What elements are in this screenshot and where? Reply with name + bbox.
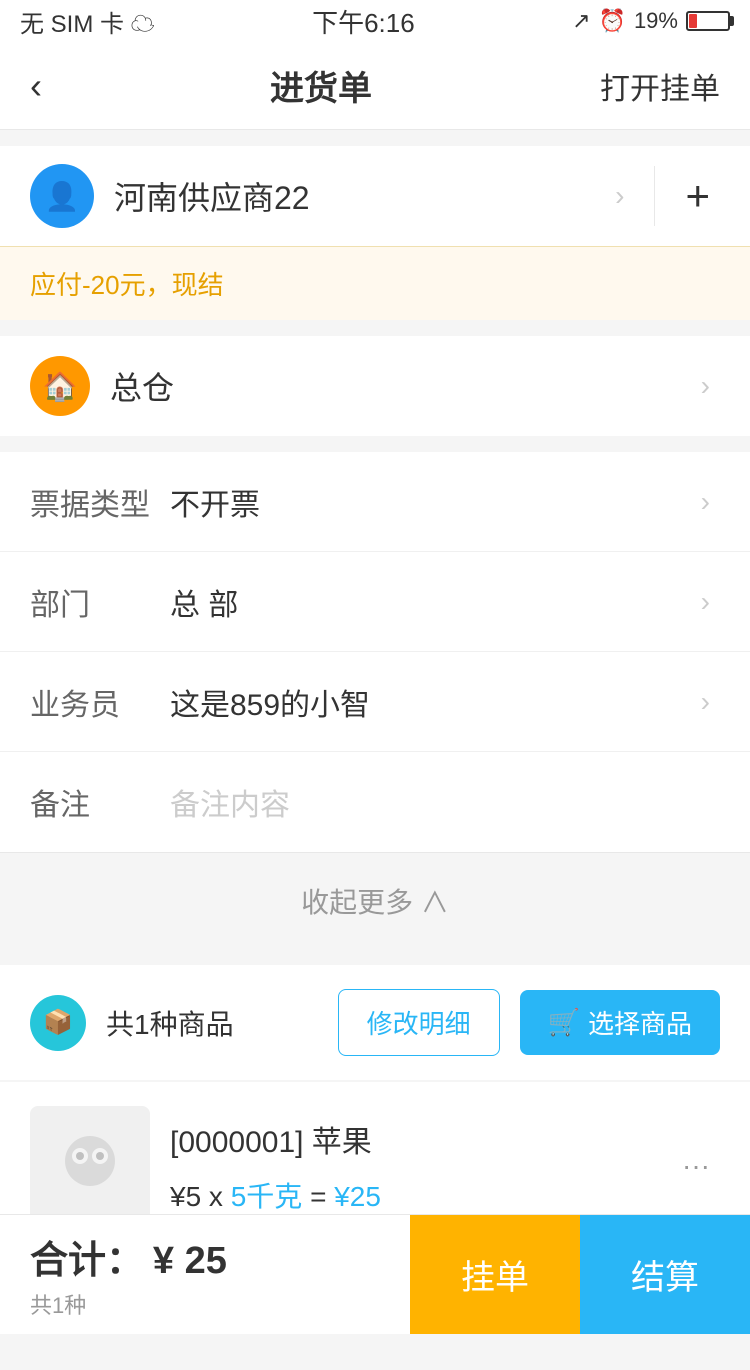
price-multiply: x xyxy=(201,1181,231,1212)
remark-row[interactable]: 备注 备注内容 xyxy=(0,752,750,852)
invoice-type-label: 票据类型 xyxy=(30,480,160,524)
products-icon-symbol: 📦 xyxy=(43,1008,73,1037)
add-button[interactable]: + xyxy=(675,172,720,220)
price-unit: ¥5 xyxy=(170,1181,201,1212)
separator-1 xyxy=(0,130,750,146)
total-label: 合计： xyxy=(30,1240,144,1282)
battery-fill xyxy=(689,14,697,28)
vertical-divider xyxy=(654,166,655,226)
open-pending-button[interactable]: 打开挂单 xyxy=(600,64,720,108)
price-equals: = xyxy=(302,1181,334,1212)
back-button[interactable]: ‹ xyxy=(30,65,42,107)
bottom-total: 合计： ¥ 25 共1种 xyxy=(0,1215,410,1334)
warehouse-row[interactable]: 🏠 总仓 › xyxy=(0,336,750,436)
salesperson-row[interactable]: 业务员 这是859的小智 › xyxy=(0,652,750,752)
form-section: 票据类型 不开票 › 部门 总 部 › 业务员 这是859的小智 › 备注 备注… xyxy=(0,452,750,852)
page-title: 进货单 xyxy=(270,61,372,110)
products-count: 共1种商品 xyxy=(106,1003,318,1043)
department-value: 总 部 xyxy=(160,580,701,624)
sim-label: 无 SIM 卡 ☁ xyxy=(20,4,155,39)
supplier-name: 河南供应商22 xyxy=(114,173,615,219)
supplier-avatar-icon: 👤 xyxy=(45,180,80,213)
salesperson-chevron-icon: › xyxy=(701,686,710,718)
select-product-label: 选择商品 xyxy=(588,1004,692,1041)
status-left: 无 SIM 卡 ☁ xyxy=(20,4,155,39)
supplier-row[interactable]: 👤 河南供应商22 › + xyxy=(0,146,750,246)
status-time: 下午6:16 xyxy=(312,3,415,40)
product-thumb-icon xyxy=(50,1126,130,1206)
invoice-chevron-icon: › xyxy=(701,486,710,518)
product-more-button[interactable]: ··· xyxy=(672,1140,720,1192)
suspend-button[interactable]: 挂单 xyxy=(410,1215,580,1334)
price-total: ¥25 xyxy=(334,1181,381,1212)
warehouse-chevron-icon: › xyxy=(701,370,710,402)
warehouse-icon-symbol: 🏠 xyxy=(43,370,78,403)
department-chevron-icon: › xyxy=(701,586,710,618)
product-info: [0000001] 苹果 ¥5 x 5千克 = ¥25 xyxy=(170,1117,652,1215)
product-name: [0000001] 苹果 xyxy=(170,1117,652,1161)
invoice-type-row[interactable]: 票据类型 不开票 › xyxy=(0,452,750,552)
checkout-button[interactable]: 结算 xyxy=(580,1215,750,1334)
supplier-chevron-icon: › xyxy=(615,180,624,212)
collapse-button[interactable]: 收起更多 ∧ xyxy=(0,852,750,949)
products-icon: 📦 xyxy=(30,995,86,1051)
warehouse-icon: 🏠 xyxy=(30,356,90,416)
product-price: ¥5 x 5千克 = ¥25 xyxy=(170,1175,652,1215)
battery-label: 19% xyxy=(634,8,678,34)
department-row[interactable]: 部门 总 部 › xyxy=(0,552,750,652)
warehouse-name: 总仓 xyxy=(110,363,701,409)
total-value: ¥ 25 xyxy=(153,1240,227,1282)
supplier-card: 👤 河南供应商22 › + 应付-20元，现结 xyxy=(0,146,750,320)
products-header: 📦 共1种商品 修改明细 🛒 选择商品 xyxy=(0,965,750,1080)
total-line: 合计： ¥ 25 xyxy=(30,1229,380,1284)
department-label: 部门 xyxy=(30,580,160,624)
remark-placeholder: 备注内容 xyxy=(160,780,720,824)
status-bar: 无 SIM 卡 ☁ 下午6:16 ↗ ⏰ 19% xyxy=(0,0,750,42)
price-qty: 5千克 xyxy=(231,1181,303,1212)
salesperson-value: 这是859的小智 xyxy=(160,680,701,724)
select-product-icon: 🛒 xyxy=(548,1007,580,1038)
select-product-button[interactable]: 🛒 选择商品 xyxy=(520,990,720,1055)
product-thumbnail xyxy=(30,1106,150,1226)
supplier-warning: 应付-20元，现结 xyxy=(0,246,750,320)
supplier-avatar: 👤 xyxy=(30,164,94,228)
bottom-bar: 合计： ¥ 25 共1种 挂单 结算 xyxy=(0,1214,750,1334)
remark-label: 备注 xyxy=(30,780,160,824)
total-sub: 共1种 xyxy=(30,1288,380,1320)
battery-icon xyxy=(686,11,730,31)
salesperson-label: 业务员 xyxy=(30,680,160,724)
edit-detail-button[interactable]: 修改明细 xyxy=(338,989,500,1056)
alarm-icon: ⏰ xyxy=(599,8,626,34)
invoice-type-value: 不开票 xyxy=(160,480,701,524)
status-right: ↗ ⏰ 19% xyxy=(572,8,730,34)
location-icon: ↗ xyxy=(572,8,590,34)
nav-bar: ‹ 进货单 打开挂单 xyxy=(0,42,750,130)
